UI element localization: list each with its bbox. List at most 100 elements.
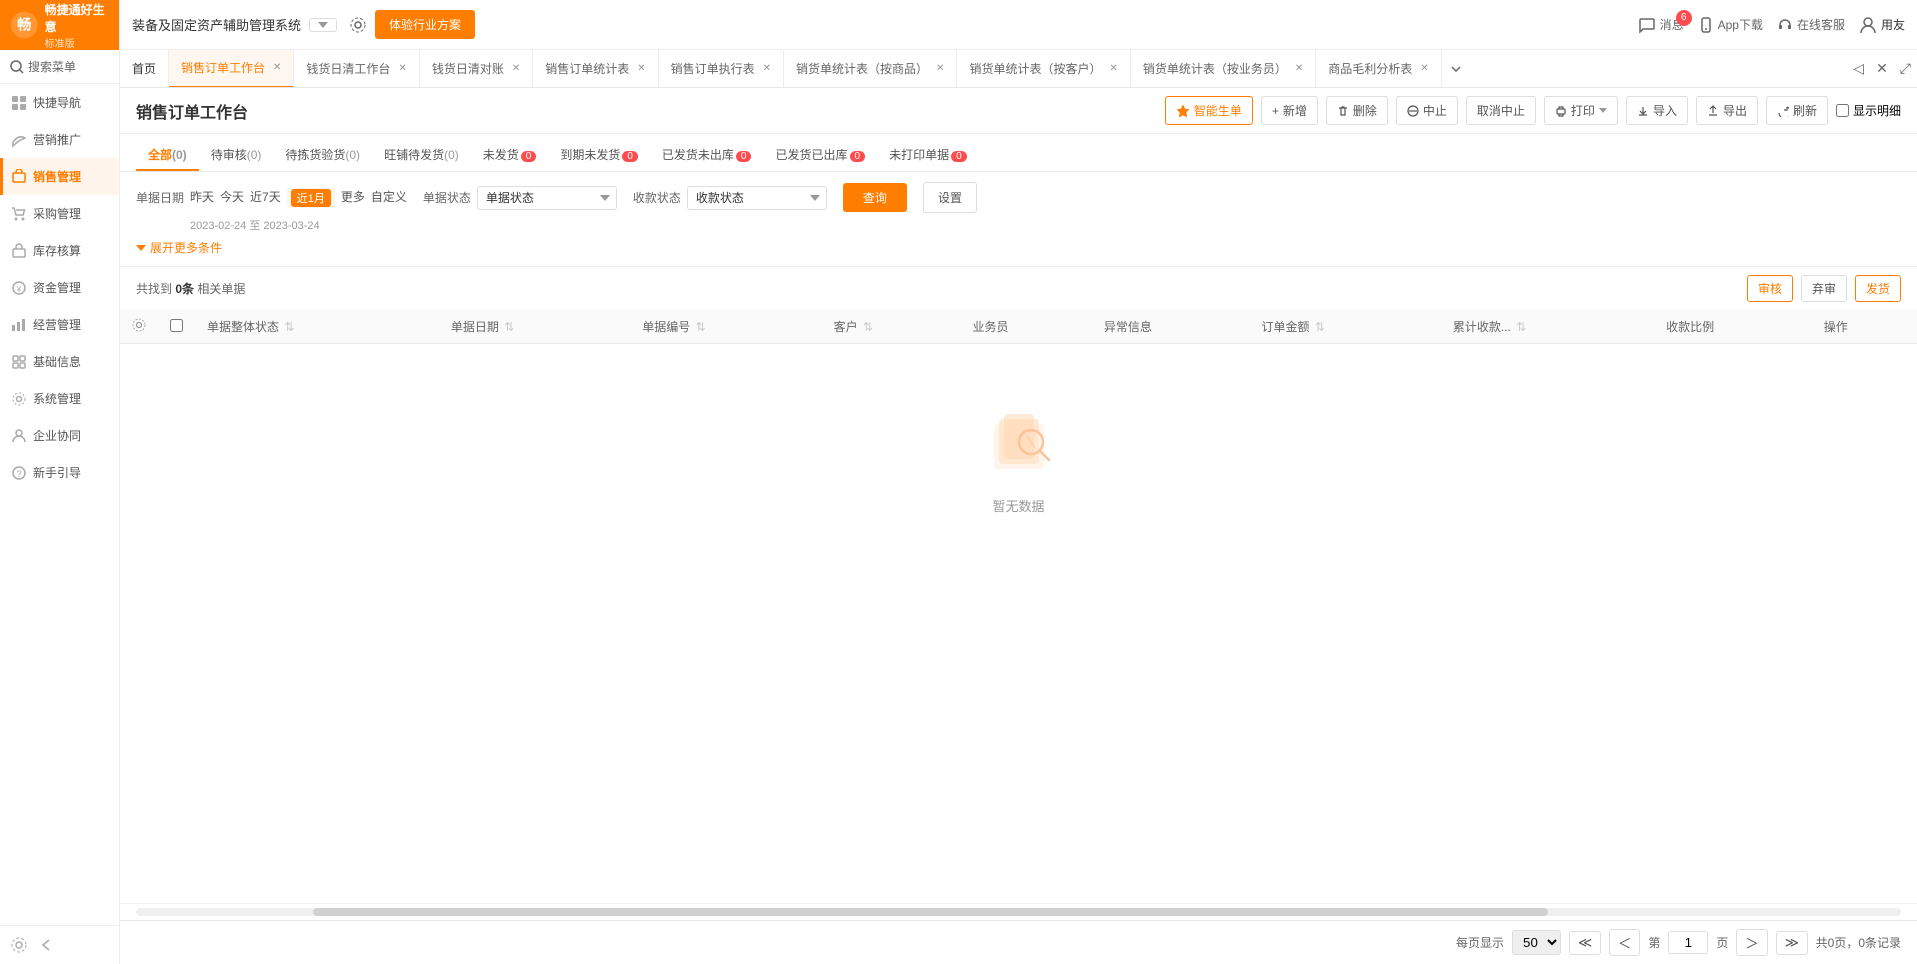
col-checkbox[interactable]: [158, 310, 195, 344]
sub-tab-shipped-out[interactable]: 已发货已出库0: [763, 140, 877, 171]
first-page-btn[interactable]: ≪: [1569, 931, 1601, 955]
last-page-btn[interactable]: ≫: [1776, 931, 1808, 955]
cancel-review-btn[interactable]: 弃审: [1801, 275, 1847, 302]
tab-maximize[interactable]: ⤢: [1894, 50, 1917, 88]
tab-sales-total-staff[interactable]: 销货单统计表（按业务员） ✕: [1131, 50, 1316, 88]
tab-sales-stat[interactable]: 销售订单统计表 ✕: [533, 50, 658, 88]
app-download-btn[interactable]: App下载: [1698, 16, 1763, 33]
filter-status-select[interactable]: 单据状态: [477, 186, 617, 210]
sidebar-item-system[interactable]: 系统管理: [0, 380, 119, 417]
tab-sales-workbench[interactable]: 销售订单工作台 ✕: [169, 50, 294, 88]
tab-sales-total-product-close[interactable]: ✕: [936, 63, 944, 74]
tab-pin-left[interactable]: ◁: [1847, 50, 1870, 88]
sub-tab-overdue[interactable]: 到期未发货0: [548, 140, 650, 171]
col-number-sort[interactable]: ⇅: [696, 320, 706, 334]
filter-date-today[interactable]: 今天: [220, 188, 244, 208]
filter-date-1month[interactable]: 近1月: [287, 188, 335, 208]
col-gear[interactable]: [120, 310, 158, 344]
filter-date-more[interactable]: 更多: [341, 188, 365, 208]
sidebar-item-inventory[interactable]: 库存核算: [0, 232, 119, 269]
tab-home[interactable]: 首页: [120, 50, 169, 88]
col-amount-sort[interactable]: ⇅: [1315, 320, 1325, 334]
col-customer-sort[interactable]: ⇅: [863, 320, 873, 334]
tab-sales-total-customer[interactable]: 销货单统计表（按客户） ✕: [957, 50, 1130, 88]
tab-sales-stat-close[interactable]: ✕: [637, 63, 645, 74]
import-btn[interactable]: 导入: [1626, 96, 1688, 125]
tab-close-all[interactable]: ✕: [1870, 50, 1894, 88]
user-menu[interactable]: 用友: [1859, 16, 1905, 34]
sidebar-item-quick-nav[interactable]: 快捷导航: [0, 84, 119, 121]
sub-tab-all[interactable]: 全部(0): [136, 140, 199, 171]
show-detail-label[interactable]: 显示明细: [1836, 102, 1901, 119]
sidebar-item-finance[interactable]: ¥ 资金管理: [0, 269, 119, 306]
col-collected-sort[interactable]: ⇅: [1516, 320, 1526, 334]
sidebar-item-basic[interactable]: 基础信息: [0, 343, 119, 380]
tab-sales-total-product[interactable]: 销货单统计表（按商品） ✕: [784, 50, 957, 88]
show-detail-checkbox[interactable]: [1836, 104, 1849, 117]
prev-page-btn[interactable]: ＜: [1609, 929, 1640, 956]
next-page-btn[interactable]: ＞: [1736, 929, 1767, 956]
tab-cash-daily[interactable]: 钱货日清工作台 ✕: [294, 50, 419, 88]
scrollbar-thumb[interactable]: [313, 908, 1549, 916]
column-settings-icon[interactable]: [132, 318, 146, 332]
message-btn[interactable]: 6 消息: [1638, 16, 1684, 34]
print-dropdown-icon[interactable]: [1599, 108, 1607, 113]
sidebar-item-purchase[interactable]: 采购管理: [0, 195, 119, 232]
collapse-icon[interactable]: [38, 936, 56, 954]
tab-sales-exec-close[interactable]: ✕: [763, 63, 771, 74]
filter-area: 单据日期 昨天 今天 近7天 近1月 更多 自定义 单据状态 单据状态: [120, 172, 1917, 267]
setting-btn[interactable]: 设置: [923, 182, 977, 213]
page-input[interactable]: [1668, 931, 1708, 954]
add-btn[interactable]: + 新增: [1261, 96, 1318, 125]
expand-conditions-btn[interactable]: 展开更多条件: [136, 239, 1901, 256]
stop-btn[interactable]: 中止: [1396, 96, 1458, 125]
sub-tab-not-printed[interactable]: 未打印单据0: [877, 140, 979, 171]
export-btn[interactable]: 导出: [1696, 96, 1758, 125]
sub-tab-all-count: (0): [172, 148, 187, 162]
sidebar-item-sales[interactable]: 销售管理: [0, 158, 119, 195]
sidebar-item-search[interactable]: 搜索菜单: [0, 50, 119, 84]
query-btn[interactable]: 查询: [843, 183, 907, 212]
print-btn[interactable]: 打印: [1544, 96, 1618, 125]
filter-date-custom[interactable]: 自定义: [371, 188, 407, 208]
sidebar-item-enterprise[interactable]: 企业协同: [0, 417, 119, 454]
col-date-sort[interactable]: ⇅: [504, 320, 514, 334]
ship-btn[interactable]: 发货: [1855, 275, 1901, 302]
solution-btn[interactable]: 体验行业方案: [375, 10, 475, 39]
tab-cash-reconcile-close[interactable]: ✕: [512, 63, 520, 74]
sub-tab-not-shipped[interactable]: 未发货0: [471, 140, 549, 171]
sidebar-item-marketing[interactable]: 营销推广: [0, 121, 119, 158]
smart-gen-btn[interactable]: 智能生单: [1165, 96, 1253, 125]
review-btn[interactable]: 审核: [1747, 275, 1793, 302]
tab-sales-exec[interactable]: 销售订单执行表 ✕: [659, 50, 784, 88]
tab-sales-workbench-close[interactable]: ✕: [273, 62, 281, 73]
sidebar-item-guide[interactable]: ? 新手引导: [0, 454, 119, 491]
sub-tab-pending-review[interactable]: 待审核(0): [199, 140, 274, 171]
delete-btn[interactable]: 删除: [1326, 96, 1388, 125]
cancel-stop-btn[interactable]: 取消中止: [1466, 96, 1536, 125]
online-service-btn[interactable]: 在线客服: [1777, 16, 1845, 33]
tab-cash-daily-close[interactable]: ✕: [398, 63, 406, 74]
inventory-icon: [11, 243, 27, 259]
tab-gross-margin[interactable]: 商品毛利分析表 ✕: [1316, 50, 1441, 88]
filter-payment-select[interactable]: 收款状态: [687, 186, 827, 210]
import-label: 导入: [1653, 102, 1677, 119]
sub-tab-shipped-not-out[interactable]: 已发货未出库0: [650, 140, 764, 171]
per-page-select[interactable]: 50: [1512, 930, 1561, 955]
sidebar-item-operations[interactable]: 经营管理: [0, 306, 119, 343]
refresh-btn[interactable]: 刷新: [1766, 96, 1828, 125]
system-dropdown[interactable]: [309, 18, 337, 32]
select-all-checkbox[interactable]: [170, 319, 183, 332]
filter-date-yesterday[interactable]: 昨天: [190, 188, 214, 208]
tab-cash-reconcile[interactable]: 钱货日清对账 ✕: [420, 50, 533, 88]
tab-sales-total-staff-close[interactable]: ✕: [1295, 63, 1303, 74]
sub-tab-pending-inspect[interactable]: 待拣货验货(0): [273, 140, 372, 171]
settings-icon[interactable]: [10, 936, 28, 954]
sub-tab-wangpu[interactable]: 旺铺待发货(0): [372, 140, 471, 171]
filter-date-7days[interactable]: 近7天: [250, 188, 281, 208]
tab-gross-margin-close[interactable]: ✕: [1420, 63, 1428, 74]
settings-gear-icon[interactable]: [349, 16, 367, 34]
tab-more-btn[interactable]: [1442, 63, 1470, 75]
col-status-sort[interactable]: ⇅: [284, 320, 294, 334]
tab-sales-total-customer-close[interactable]: ✕: [1109, 63, 1117, 74]
